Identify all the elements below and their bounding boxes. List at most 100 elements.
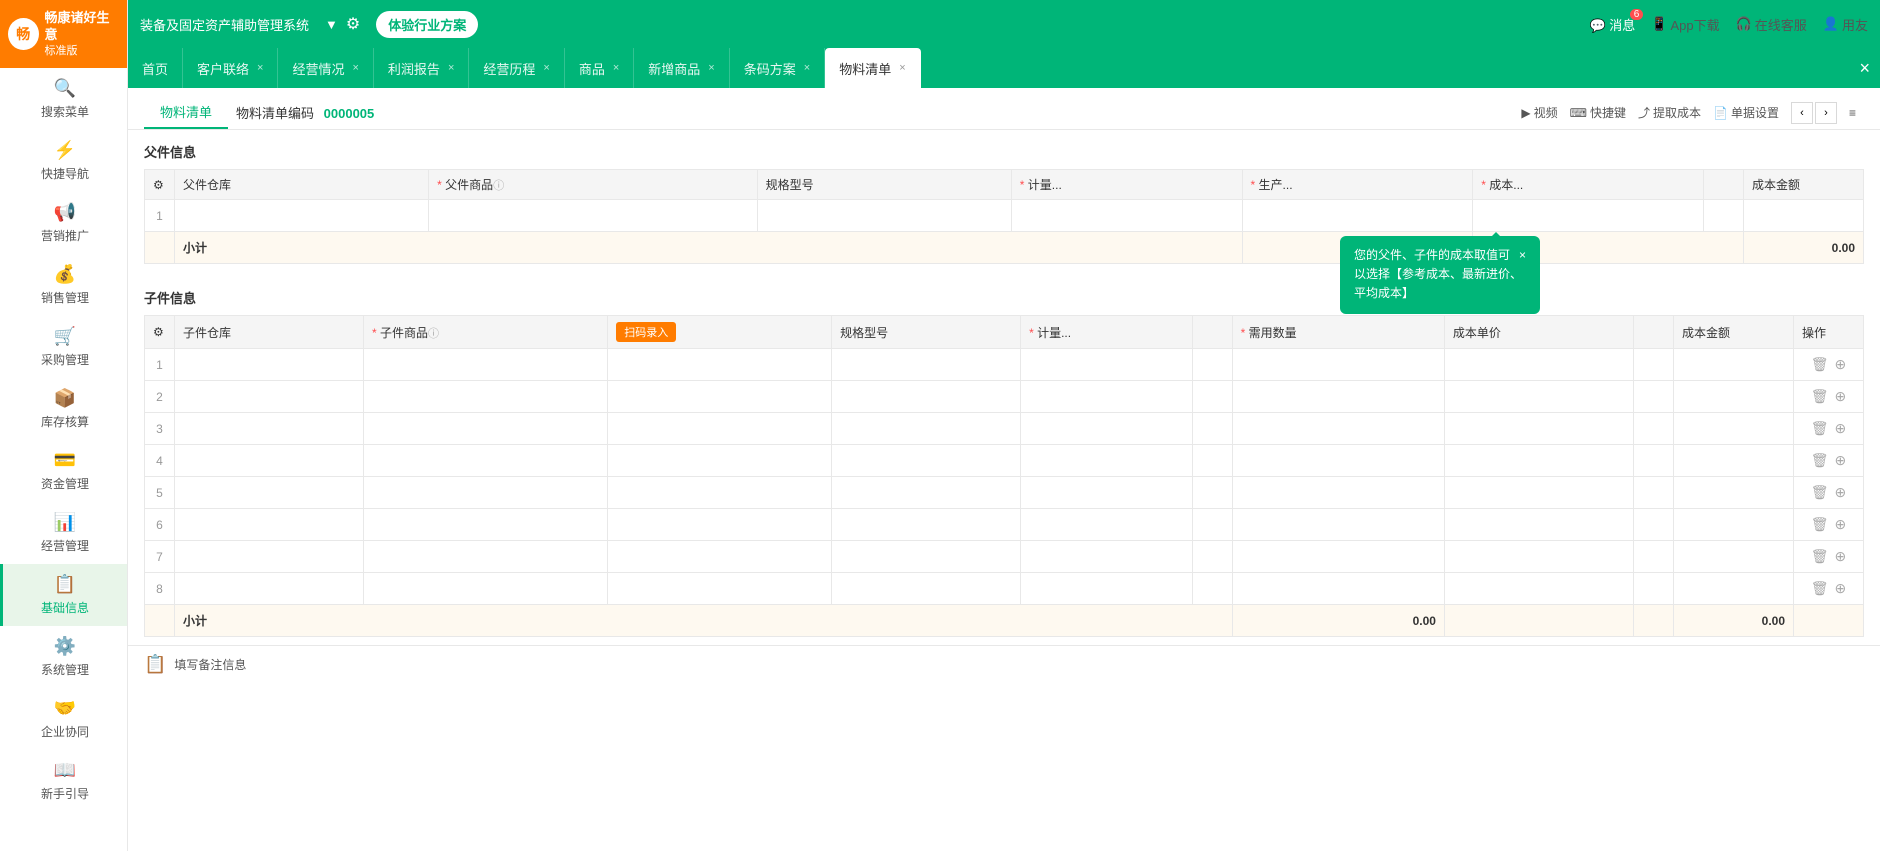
child-row-5-qty[interactable] [1232,477,1444,509]
copy-icon-4[interactable]: ⊕ [1835,452,1847,469]
pager-prev-btn[interactable]: ‹ [1791,102,1813,124]
child-row-4-cost-amount[interactable] [1674,445,1794,477]
tab-biz-history[interactable]: 经营历程 × [469,48,564,88]
copy-icon-7[interactable]: ⊕ [1835,548,1847,565]
tab-business[interactable]: 经营情况 × [278,48,373,88]
delete-icon-5[interactable]: 🗑 [1811,484,1829,501]
child-row-1-warehouse[interactable] [175,349,364,381]
delete-icon-2[interactable]: 🗑 [1811,388,1829,405]
child-row-8-warehouse[interactable] [175,573,364,605]
child-row-1-spec[interactable] [832,349,1021,381]
settings-icon[interactable]: ⚙ [346,14,360,34]
sub-tab-bom-list[interactable]: 物料清单 [144,96,228,129]
child-row-7-unit-cost[interactable] [1444,541,1633,573]
extract-cost-btn[interactable]: ⤴ 提取成本 [1638,104,1701,121]
child-row-1-qty[interactable] [1232,349,1444,381]
child-row-6-qty[interactable] [1232,509,1444,541]
child-row-4-unit[interactable] [1021,445,1193,477]
child-row-7-unit[interactable] [1021,541,1193,573]
parent-row-1-cost-amount[interactable] [1744,200,1864,232]
copy-icon-8[interactable]: ⊕ [1835,580,1847,597]
tab-barcode[interactable]: 条码方案 × [730,48,825,88]
child-row-2-goods[interactable] [364,381,608,413]
child-row-4-qty[interactable] [1232,445,1444,477]
sidebar-item-sales[interactable]: 💰 销售管理 [0,254,127,316]
sidebar-item-finance[interactable]: 💳 资金管理 [0,440,127,502]
sidebar-item-purchase[interactable]: 🛒 采购管理 [0,316,127,378]
tab-customer[interactable]: 客户联络 × [183,48,278,88]
parent-row-1-goods[interactable] [429,200,757,232]
online-service[interactable]: 🎧 在线客服 [1736,15,1807,34]
child-row-7-warehouse[interactable] [175,541,364,573]
delete-icon-3[interactable]: 🗑 [1811,420,1829,437]
gear-settings-icon[interactable]: ⚙ [153,178,164,192]
child-row-3-warehouse[interactable] [175,413,364,445]
sidebar-item-marketing[interactable]: 📢 营销推广 [0,192,127,254]
tab-bom[interactable]: 物料清单 × [825,48,920,88]
dropdown-arrow-icon[interactable]: ▼ [325,17,338,32]
child-row-4-warehouse[interactable] [175,445,364,477]
single-settings-btn[interactable]: 📄 单据设置 [1713,104,1779,121]
child-row-6-spec[interactable] [832,509,1021,541]
sidebar-item-guide[interactable]: 📖 新手引导 [0,750,127,812]
child-row-7-qty[interactable] [1232,541,1444,573]
child-row-7-cost-amount[interactable] [1674,541,1794,573]
child-row-3-qty[interactable] [1232,413,1444,445]
child-row-4-goods[interactable] [364,445,608,477]
shortcut-btn[interactable]: ⌨ 快捷键 [1570,104,1626,121]
parent-row-1-prod[interactable] [1242,200,1473,232]
child-row-8-goods[interactable] [364,573,608,605]
gear-child-settings-icon[interactable]: ⚙ [153,325,164,339]
child-row-5-unit[interactable] [1021,477,1193,509]
child-row-4-unit-cost[interactable] [1444,445,1633,477]
sidebar-item-ops[interactable]: 📊 经营管理 [0,502,127,564]
close-customer-icon[interactable]: × [257,62,263,74]
delete-icon-1[interactable]: 🗑 [1811,356,1829,373]
child-row-6-warehouse[interactable] [175,509,364,541]
child-row-7-goods[interactable] [364,541,608,573]
child-row-2-warehouse[interactable] [175,381,364,413]
delete-icon-4[interactable]: 🗑 [1811,452,1829,469]
child-row-7-spec[interactable] [832,541,1021,573]
child-row-3-unit[interactable] [1021,413,1193,445]
child-row-5-unit-cost[interactable] [1444,477,1633,509]
child-row-6-unit-cost[interactable] [1444,509,1633,541]
trial-button[interactable]: 体验行业方案 [376,11,478,38]
close-all-tabs-icon[interactable]: × [1849,58,1880,79]
child-row-2-unit[interactable] [1021,381,1193,413]
message-badge[interactable]: 💬 消息 6 [1589,15,1635,34]
child-row-2-cost-amount[interactable] [1674,381,1794,413]
parent-row-1-spec[interactable] [757,200,1011,232]
child-row-2-spec[interactable] [832,381,1021,413]
child-row-1-goods[interactable] [364,349,608,381]
child-row-4-spec[interactable] [832,445,1021,477]
child-row-1-cost-amount[interactable] [1674,349,1794,381]
scan-button[interactable]: 扫码录入 [616,322,676,342]
close-new-goods-icon[interactable]: × [708,62,714,74]
child-row-5-cost-amount[interactable] [1674,477,1794,509]
delete-icon-8[interactable]: 🗑 [1811,580,1829,597]
view-btn[interactable]: ▶ 视频 [1521,104,1557,121]
sidebar-item-search[interactable]: 🔍 搜索菜单 [0,68,127,130]
child-row-5-goods[interactable] [364,477,608,509]
close-barcode-icon[interactable]: × [804,62,810,74]
tab-goods[interactable]: 商品 × [565,48,634,88]
tab-new-goods[interactable]: 新增商品 × [634,48,729,88]
app-download[interactable]: 📱 App下载 [1651,15,1719,34]
close-goods-icon[interactable]: × [613,62,619,74]
sidebar-item-system[interactable]: ⚙️ 系统管理 [0,626,127,688]
close-profit-icon[interactable]: × [448,62,454,74]
child-row-8-unit[interactable] [1021,573,1193,605]
close-biz-history-icon[interactable]: × [543,62,549,74]
close-bom-icon[interactable]: × [899,62,905,74]
view-toggle-btn[interactable]: ≡ [1849,106,1856,120]
child-row-6-cost-amount[interactable] [1674,509,1794,541]
child-row-5-warehouse[interactable] [175,477,364,509]
child-row-3-spec[interactable] [832,413,1021,445]
child-row-1-unit-cost[interactable] [1444,349,1633,381]
child-row-3-goods[interactable] [364,413,608,445]
copy-icon-2[interactable]: ⊕ [1835,388,1847,405]
child-row-1-unit[interactable] [1021,349,1193,381]
child-row-8-unit-cost[interactable] [1444,573,1633,605]
sidebar-item-inventory[interactable]: 📦 库存核算 [0,378,127,440]
